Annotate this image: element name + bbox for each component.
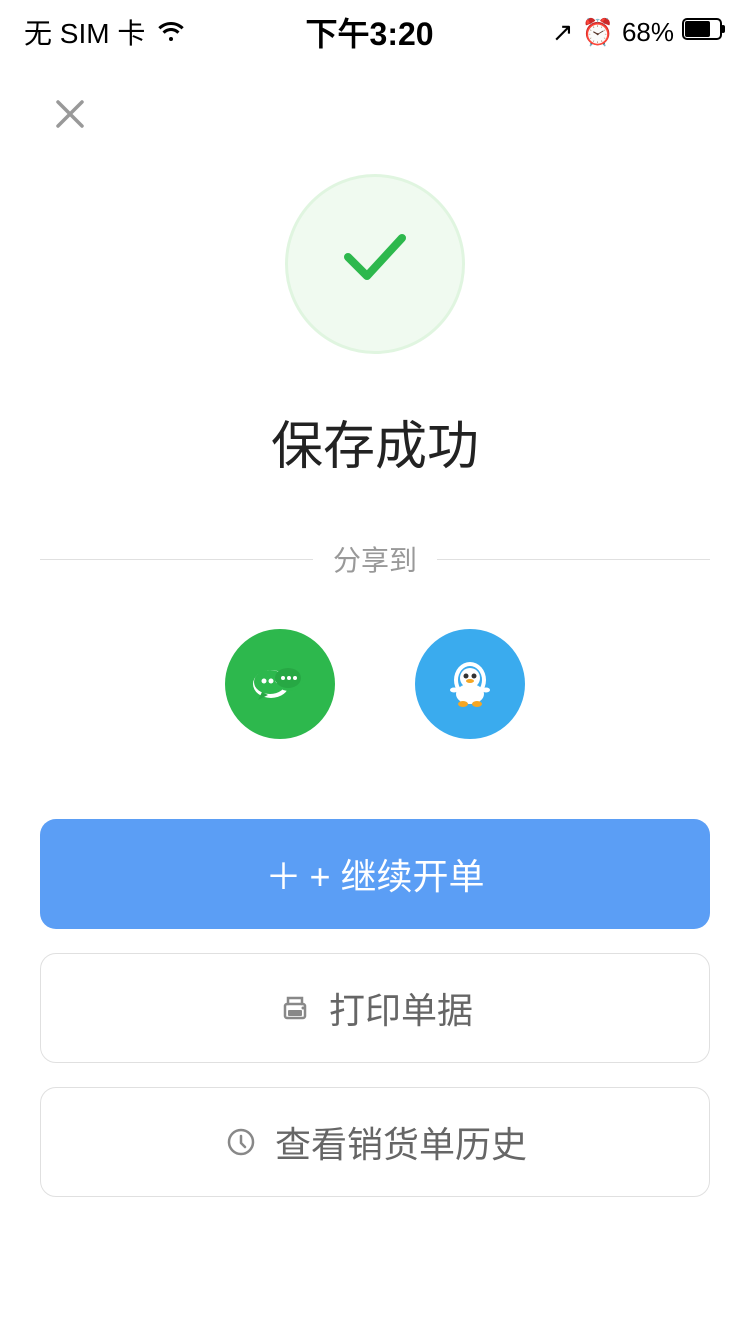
main-content: 保存成功 分享到 — [0, 64, 750, 1197]
share-label: 分享到 — [333, 539, 417, 579]
divider-line-left — [40, 559, 313, 560]
wechat-share-button[interactable] — [225, 629, 335, 739]
continue-order-label: + 继续开单 — [309, 848, 484, 900]
success-circle — [285, 174, 465, 354]
view-history-label: 查看销货单历史 — [275, 1116, 527, 1168]
status-time: 下午3:20 — [306, 9, 434, 55]
close-button-row — [40, 64, 710, 174]
share-divider: 分享到 — [40, 539, 710, 579]
status-bar: 无 SIM 卡 下午3:20 ↗ ⏰ 68% — [0, 0, 750, 64]
checkmark-icon — [330, 212, 420, 317]
print-receipt-button[interactable]: 打印单据 — [40, 953, 710, 1063]
view-history-button[interactable]: 查看销货单历史 — [40, 1087, 710, 1197]
status-right: ↗ ⏰ 68% — [552, 17, 726, 48]
battery-percent: 68% — [622, 17, 674, 48]
history-icon — [223, 1124, 259, 1160]
location-icon: ↗ — [552, 17, 574, 48]
share-icons — [225, 629, 525, 739]
battery-icon — [682, 17, 726, 48]
no-sim-label: 无 SIM 卡 — [24, 12, 145, 52]
continue-order-button[interactable]: ＋ + 继续开单 — [40, 819, 710, 929]
print-receipt-label: 打印单据 — [329, 982, 473, 1034]
close-button[interactable] — [40, 84, 100, 144]
action-buttons: ＋ + 继续开单 打印单据 查看销货单历史 — [40, 819, 710, 1197]
plus-icon: ＋ — [265, 848, 301, 900]
success-title: 保存成功 — [271, 404, 479, 479]
status-left: 无 SIM 卡 — [24, 12, 187, 52]
wifi-icon — [155, 15, 187, 50]
divider-line-right — [437, 559, 710, 560]
alarm-icon: ⏰ — [582, 17, 614, 48]
print-icon — [277, 990, 313, 1026]
qq-share-button[interactable] — [415, 629, 525, 739]
